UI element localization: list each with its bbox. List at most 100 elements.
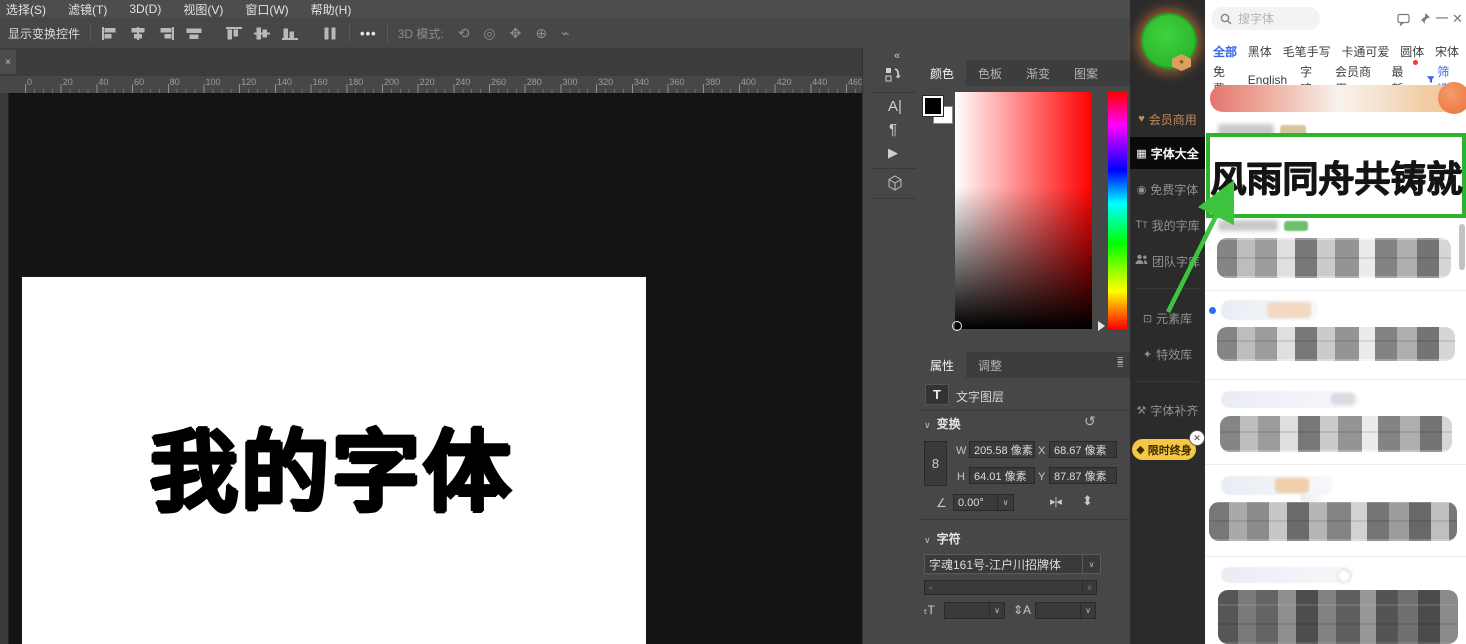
link-dimensions-icon[interactable]: 8 (924, 441, 947, 486)
y-field[interactable]: 87.87 像素 (1049, 467, 1117, 484)
sidebar-item-free-fonts[interactable]: ◉ 免费字体 (1130, 174, 1205, 204)
assets-icon: ⊡ (1143, 312, 1152, 325)
color-picker-cursor[interactable] (952, 321, 962, 331)
menu-select[interactable]: 选择(S) (6, 1, 46, 18)
font-family-field[interactable]: 字魂161号-江户川招牌体 (924, 554, 1090, 574)
font-name-censored[interactable] (1218, 220, 1278, 231)
tab-color[interactable]: 颜色 (918, 60, 966, 86)
menu-view[interactable]: 视图(V) (183, 1, 223, 18)
width-field[interactable]: 205.58 像素 (969, 441, 1035, 458)
hue-slider[interactable] (1108, 92, 1127, 329)
font-preview-censored[interactable] (1220, 416, 1452, 452)
tab-properties[interactable]: 属性 (918, 352, 966, 378)
close-icon[interactable]: ✕ (1452, 11, 1463, 27)
font-name-censored[interactable] (1221, 300, 1318, 320)
menu-window[interactable]: 窗口(W) (245, 1, 288, 18)
flip-vertical-icon[interactable]: ⬍ (1082, 493, 1093, 509)
menu-3d[interactable]: 3D(D) (129, 2, 161, 16)
show-transform-controls-label[interactable]: 显示变换控件 (8, 25, 80, 42)
sidebar-item-team-fonts[interactable]: 团队字库 (1130, 246, 1205, 276)
collapse-panels-icon[interactable]: « (894, 50, 898, 62)
align-bottom-icon[interactable] (281, 26, 299, 41)
tab-patterns[interactable]: 图案 (1062, 60, 1110, 86)
ruler-tick-label: 420 (777, 77, 792, 87)
sidebar-item-member-commercial[interactable]: ♥ 会员商用 (1130, 104, 1205, 134)
character-panel-icon[interactable]: A| (888, 98, 902, 115)
line-height-icon: ⇕A (1013, 603, 1031, 617)
tab-swatches[interactable]: 色板 (966, 60, 1014, 86)
reset-transform-icon[interactable]: ↺ (1084, 413, 1096, 430)
search-placeholder: 搜字体 (1238, 10, 1274, 27)
angle-dropdown-button[interactable]: ∨ (997, 494, 1014, 511)
align-center-h-icon[interactable] (129, 26, 147, 41)
roll-3d-icon[interactable]: ◎ (483, 25, 495, 42)
slide-3d-icon[interactable]: ⊕ (535, 25, 547, 42)
3d-panel-icon[interactable] (886, 174, 904, 195)
orbit-3d-icon[interactable]: ⟲ (458, 25, 470, 42)
font-size-dropdown-button[interactable]: ∨ (989, 602, 1005, 619)
transform-section-header[interactable]: ∨变换 (924, 415, 961, 433)
distribute-icon[interactable] (321, 26, 339, 41)
align-top-icon[interactable] (225, 26, 243, 41)
timeline-panel-icon[interactable]: ▶ (888, 145, 898, 161)
font-style-dropdown-button[interactable]: ∨ (1082, 580, 1097, 595)
align-middle-icon[interactable] (253, 26, 271, 41)
ruler-tick-label: 20 (63, 77, 73, 87)
options-bar: 显示变换控件 ••• 3D 模式: ⟲ ◎ ✥ ⊕ ⌁ (0, 18, 1130, 49)
highlighted-font-item[interactable]: 风雨同舟共铸就 (1206, 133, 1466, 218)
divider (1205, 464, 1466, 465)
font-preview-censored[interactable] (1218, 590, 1458, 644)
sidebar-item-font-completion[interactable]: ⚒ 字体补齐 (1130, 395, 1205, 425)
category-songti[interactable]: 宋体 (1435, 43, 1459, 60)
font-preview-censored[interactable] (1217, 327, 1455, 361)
history-panel-icon[interactable] (884, 66, 902, 87)
promo-close-icon[interactable]: ✕ (1189, 430, 1205, 446)
tab-adjustments[interactable]: 调整 (966, 352, 1014, 378)
category-brush-handwriting[interactable]: 毛笔手写 (1283, 43, 1331, 60)
font-name-censored[interactable] (1221, 391, 1359, 408)
font-preview-censored[interactable] (1217, 238, 1451, 278)
font-name-censored[interactable] (1221, 476, 1333, 495)
limited-lifetime-promo-badge[interactable]: ◆ 限时终身 (1132, 439, 1196, 460)
document-tab-close[interactable]: × (0, 50, 16, 74)
font-style-field[interactable]: - (924, 580, 1090, 595)
font-preview-censored[interactable] (1209, 502, 1457, 541)
feedback-icon[interactable] (1397, 13, 1410, 29)
character-section-header[interactable]: ∨字符 (924, 530, 961, 548)
align-center-v-icon[interactable] (185, 26, 203, 41)
line-height-dropdown-button[interactable]: ∨ (1080, 602, 1096, 619)
x-field[interactable]: 68.67 像素 (1049, 441, 1117, 458)
ruler-tick-label: 100 (205, 77, 220, 87)
sidebar-item-all-fonts[interactable]: ▦ 字体大全 (1130, 137, 1205, 169)
font-name-censored[interactable] (1221, 567, 1353, 583)
paragraph-panel-icon[interactable]: ¶ (889, 121, 897, 138)
search-input[interactable]: 搜字体 (1211, 7, 1320, 30)
height-field[interactable]: 64.01 像素 (969, 467, 1035, 484)
more-options-button[interactable]: ••• (360, 26, 377, 41)
camera-3d-icon[interactable]: ⌁ (561, 25, 569, 42)
menu-help[interactable]: 帮助(H) (311, 1, 352, 18)
hue-slider-marker[interactable] (1098, 321, 1105, 331)
plugin-scrollbar-thumb[interactable] (1459, 224, 1465, 270)
sidebar-item-my-fonts[interactable]: TT 我的字库 (1130, 210, 1205, 240)
flip-horizontal-icon[interactable]: ▸|◂ (1050, 495, 1061, 508)
align-left-icon[interactable] (101, 26, 119, 41)
align-right-icon[interactable] (157, 26, 175, 41)
minimize-icon[interactable]: — (1436, 10, 1448, 24)
foreground-color-swatch[interactable] (923, 96, 943, 116)
sidebar-item-assets-library[interactable]: ⊡ 元素库 (1130, 303, 1205, 333)
saturation-brightness-field[interactable] (955, 92, 1092, 329)
category-all[interactable]: 全部 (1213, 43, 1237, 60)
category-round[interactable]: 圆体 (1400, 43, 1424, 60)
properties-panel-menu-icon[interactable]: ≡≡ (1117, 358, 1123, 368)
promo-banner[interactable] (1210, 85, 1458, 112)
sidebar-item-effects-library[interactable]: ✦ 特效库 (1130, 339, 1205, 369)
pin-icon[interactable] (1418, 12, 1431, 28)
pan-3d-icon[interactable]: ✥ (510, 25, 522, 42)
tab-gradients[interactable]: 渐变 (1014, 60, 1062, 86)
ruler-tick-label: 260 (491, 77, 506, 87)
menu-filter[interactable]: 滤镜(T) (68, 1, 107, 18)
category-heiti[interactable]: 黑体 (1248, 43, 1272, 60)
font-family-dropdown-button[interactable]: ∨ (1082, 554, 1101, 574)
category-cartoon-cute[interactable]: 卡通可爱 (1341, 43, 1389, 60)
